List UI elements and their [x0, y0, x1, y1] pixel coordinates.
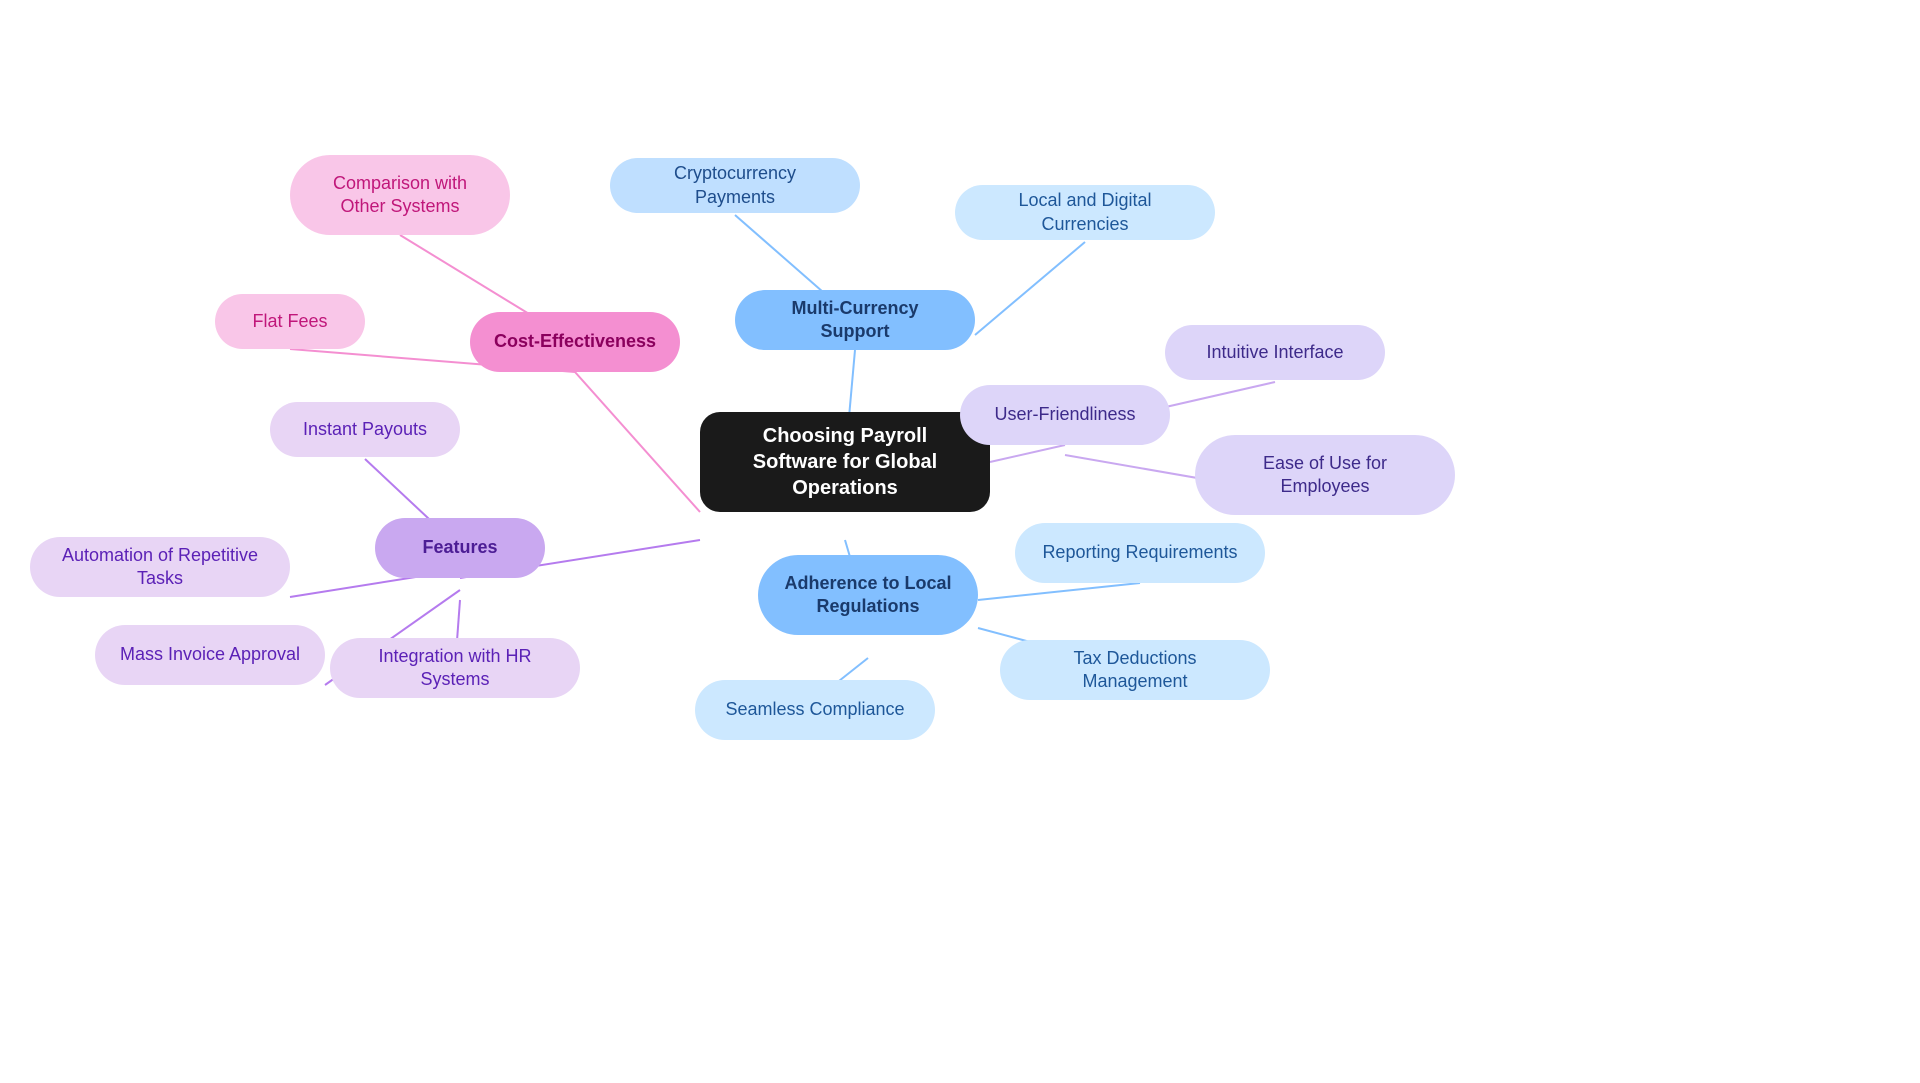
reporting-node: Reporting Requirements: [1015, 523, 1265, 583]
intuitive-node: Intuitive Interface: [1165, 325, 1385, 380]
mass-invoice-node: Mass Invoice Approval: [95, 625, 325, 685]
comparison-node: Comparison with Other Systems: [290, 155, 510, 235]
connections-svg: [0, 0, 1920, 1083]
mindmap-container: Choosing Payroll Software for Global Ope…: [0, 0, 1920, 1083]
features-node: Features: [375, 518, 545, 578]
cost-effectiveness-node: Cost-Effectiveness: [470, 312, 680, 372]
adherence-node: Adherence to Local Regulations: [758, 555, 978, 635]
center-node: Choosing Payroll Software for Global Ope…: [700, 412, 990, 512]
multi-currency-node: Multi-Currency Support: [735, 290, 975, 350]
crypto-node: Cryptocurrency Payments: [610, 158, 860, 213]
user-friendliness-node: User-Friendliness: [960, 385, 1170, 445]
integration-hr-node: Integration with HR Systems: [330, 638, 580, 698]
instant-payouts-node: Instant Payouts: [270, 402, 460, 457]
flat-fees-node: Flat Fees: [215, 294, 365, 349]
automation-node: Automation of Repetitive Tasks: [30, 537, 290, 597]
local-digital-node: Local and Digital Currencies: [955, 185, 1215, 240]
seamless-node: Seamless Compliance: [695, 680, 935, 740]
tax-deductions-node: Tax Deductions Management: [1000, 640, 1270, 700]
ease-employees-node: Ease of Use for Employees: [1195, 435, 1455, 515]
